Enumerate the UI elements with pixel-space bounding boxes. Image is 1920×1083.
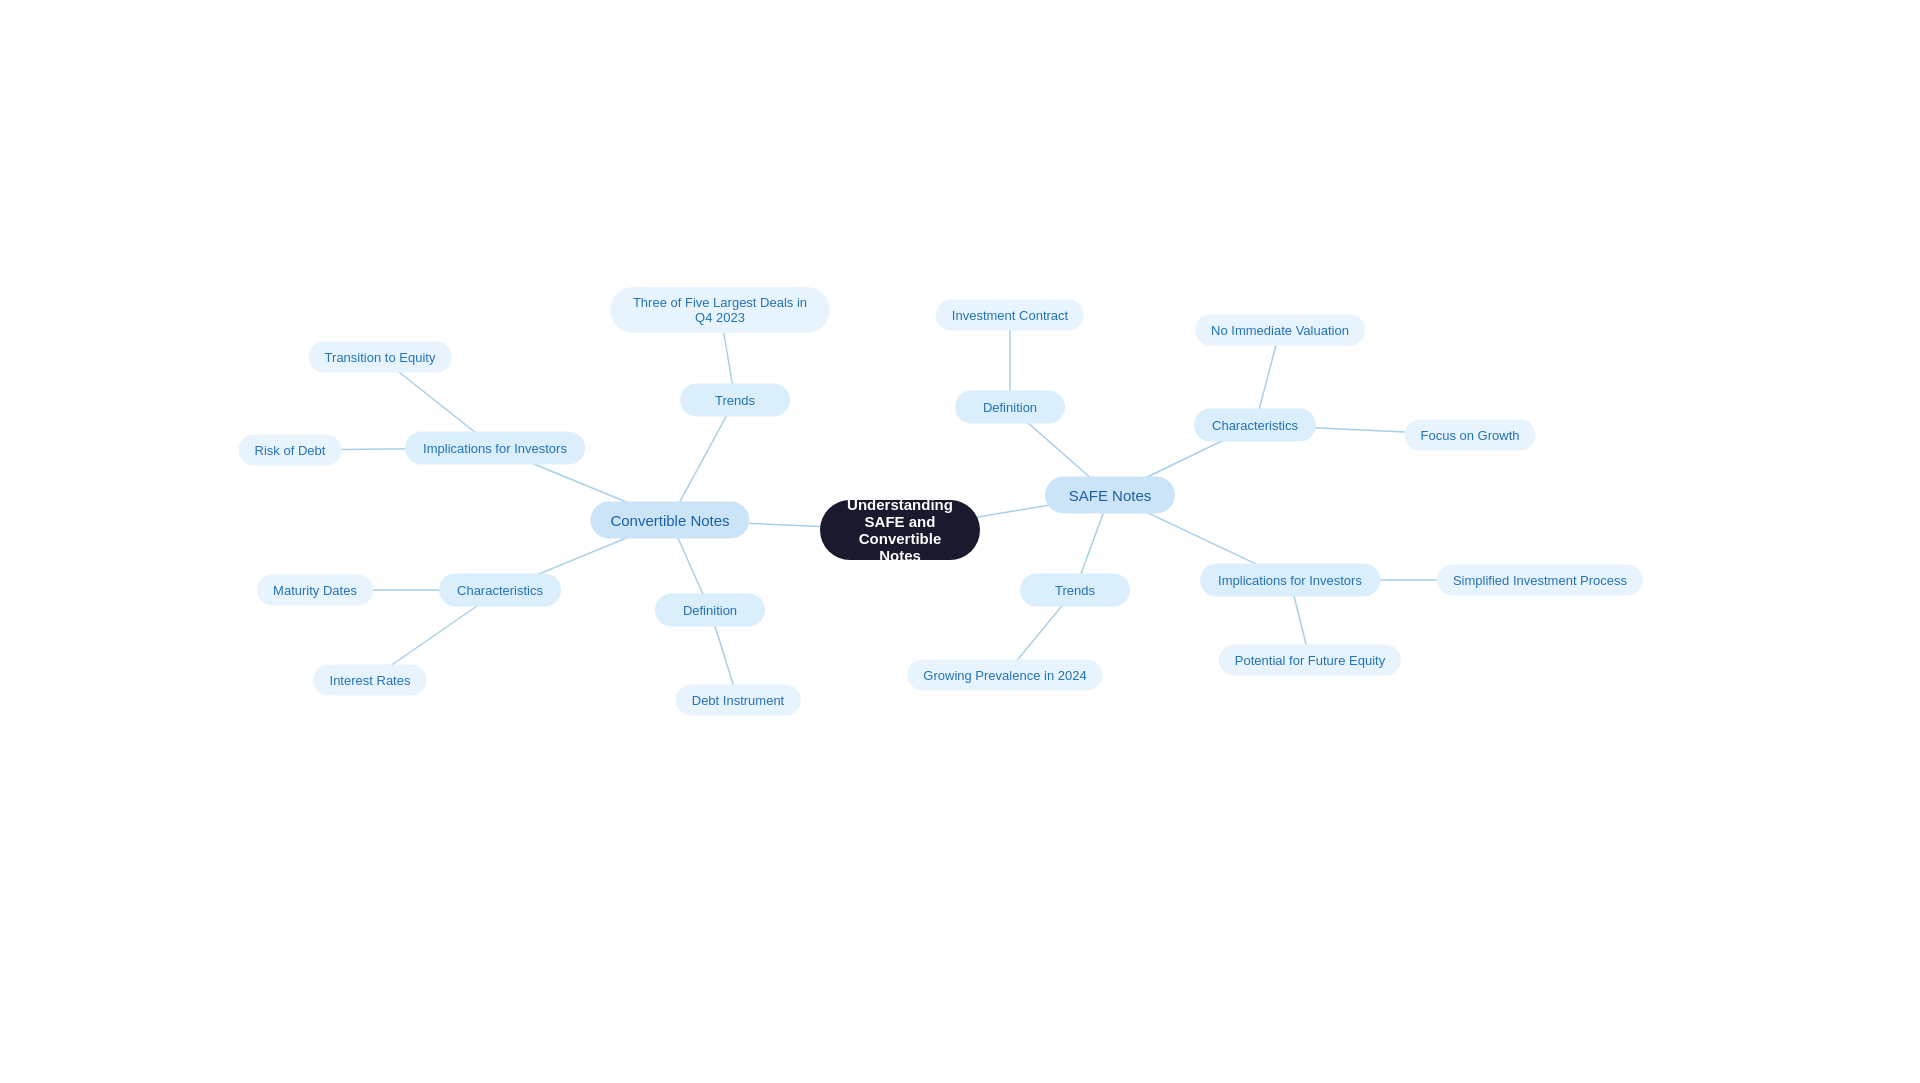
- node-sn_chars_focus[interactable]: Focus on Growth: [1405, 420, 1536, 451]
- node-cn_chars[interactable]: Characteristics: [439, 574, 561, 607]
- node-cn_trends[interactable]: Trends: [680, 384, 790, 417]
- node-cn_def_debt[interactable]: Debt Instrument: [676, 685, 801, 716]
- node-sn_impl_pot[interactable]: Potential for Future Equity: [1219, 645, 1401, 676]
- node-cn_impl[interactable]: Implications for Investors: [405, 432, 585, 465]
- node-sn_chars[interactable]: Characteristics: [1194, 409, 1316, 442]
- node-cn_trends_three[interactable]: Three of Five Largest Deals in Q4 2023: [610, 287, 830, 333]
- node-sn_trends[interactable]: Trends: [1020, 574, 1130, 607]
- center-node[interactable]: Understanding SAFE and Convertible Notes: [820, 500, 980, 560]
- node-sn_impl_simp[interactable]: Simplified Investment Process: [1437, 565, 1643, 596]
- node-cn_chars_maturity[interactable]: Maturity Dates: [257, 575, 373, 606]
- node-sn_chars_noval[interactable]: No Immediate Valuation: [1195, 315, 1365, 346]
- node-sn_def[interactable]: Definition: [955, 391, 1065, 424]
- node-cn_impl_transition[interactable]: Transition to Equity: [309, 342, 452, 373]
- node-cn_chars_interest[interactable]: Interest Rates: [314, 665, 427, 696]
- node-sn_impl[interactable]: Implications for Investors: [1200, 564, 1380, 597]
- node-convertible_notes[interactable]: Convertible Notes: [590, 502, 749, 539]
- node-cn_impl_risk[interactable]: Risk of Debt: [239, 435, 342, 466]
- node-sn_def_inv[interactable]: Investment Contract: [936, 300, 1084, 331]
- mindmap-container: Understanding SAFE and Convertible Notes…: [0, 0, 1920, 1083]
- node-cn_def[interactable]: Definition: [655, 594, 765, 627]
- node-safe_notes[interactable]: SAFE Notes: [1045, 477, 1175, 514]
- node-sn_trends_grow[interactable]: Growing Prevalence in 2024: [907, 660, 1102, 691]
